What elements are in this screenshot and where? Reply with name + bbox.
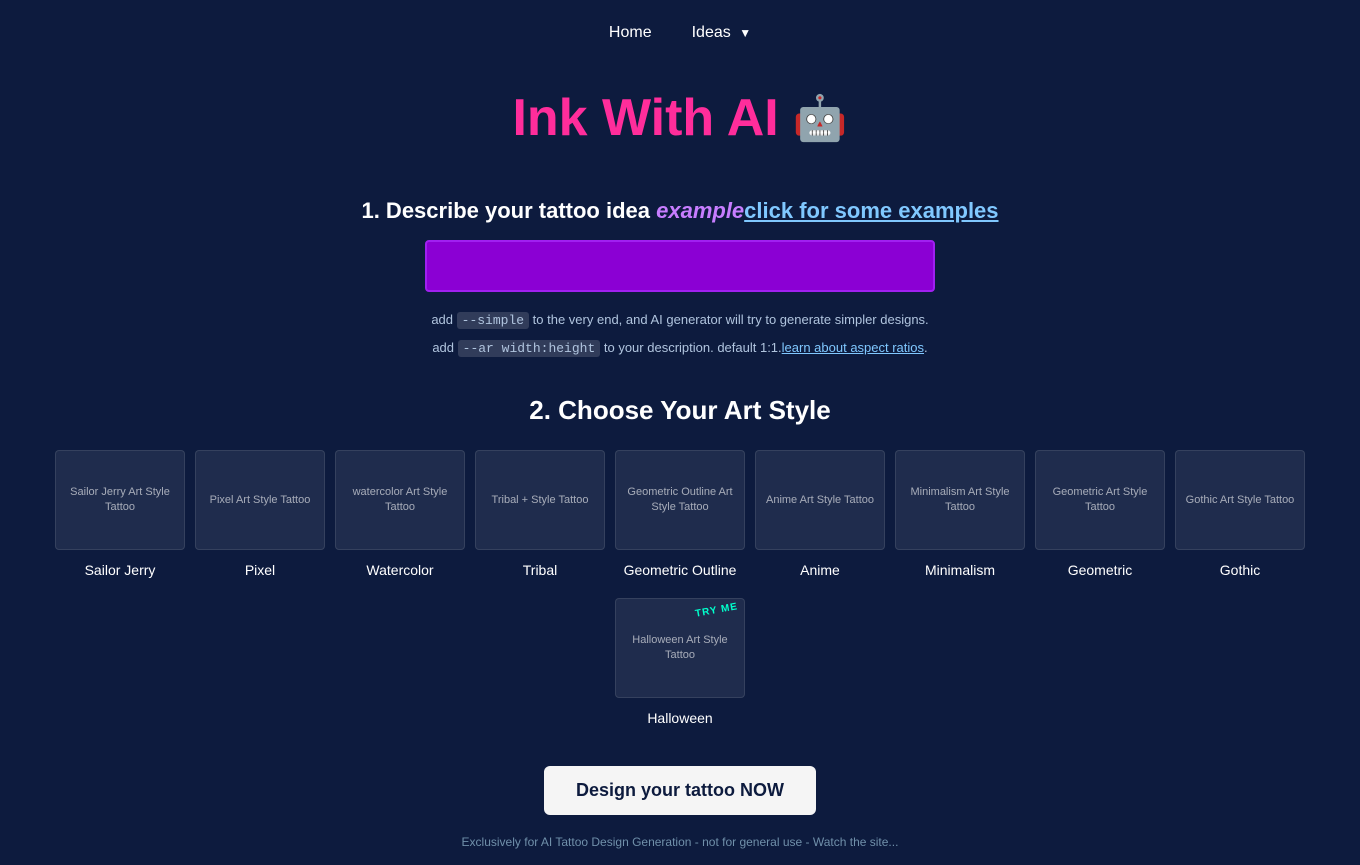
hint2-prefix: add [432, 340, 457, 355]
style-img-geometric: Geometric Art Style Tattoo [1035, 450, 1165, 550]
style-name-halloween: Halloween [647, 710, 712, 726]
describe-section: 1. Describe your tattoo idea exampleclic… [0, 168, 1360, 375]
styles-row-1: Sailor Jerry Art Style Tattoo Sailor Jerr… [40, 450, 1320, 578]
describe-prefix: 1. Describe your tattoo idea [361, 198, 656, 223]
style-img-geometric-outline: Geometric Outline Art Style Tattoo [615, 450, 745, 550]
hero-title-wrapper: Ink With AI 🤖 [512, 88, 847, 148]
hero-title-text: Ink With AI [512, 88, 778, 148]
robot-icon: 🤖 [793, 92, 848, 144]
style-item-geometric[interactable]: Geometric Art Style Tattoo Geometric [1035, 450, 1165, 578]
hint-simple: add --simple to the very end, and AI gen… [20, 308, 1340, 332]
style-name-geometric-outline: Geometric Outline [624, 562, 737, 578]
style-item-sailor-jerry[interactable]: Sailor Jerry Art Style Tattoo Sailor Jerr… [55, 450, 185, 578]
styles-grid: Sailor Jerry Art Style Tattoo Sailor Jerr… [30, 450, 1330, 726]
main-nav: Home Ideas ▼ [0, 0, 1360, 58]
style-item-watercolor[interactable]: watercolor Art Style Tattoo Watercolor [335, 450, 465, 578]
style-name-geometric: Geometric [1068, 562, 1133, 578]
style-img-label-minimalism: Minimalism Art Style Tattoo [896, 481, 1024, 518]
style-img-label-watercolor: watercolor Art Style Tattoo [336, 481, 464, 518]
style-section: 2. Choose Your Art Style Sailor Jerry Ar… [0, 375, 1360, 736]
design-now-button[interactable]: Design your tattoo NOW [544, 766, 816, 815]
describe-label: 1. Describe your tattoo idea exampleclic… [20, 198, 1340, 224]
style-name-anime: Anime [800, 562, 840, 578]
style-item-gothic[interactable]: Gothic Art Style Tattoo Gothic [1175, 450, 1305, 578]
style-img-label-sailor-jerry: Sailor Jerry Art Style Tattoo [56, 481, 184, 518]
style-name-minimalism: Minimalism [925, 562, 995, 578]
try-me-badge: TRY ME [694, 601, 738, 619]
style-item-pixel[interactable]: Pixel Art Style Tattoo Pixel [195, 450, 325, 578]
style-item-tribal[interactable]: Tribal + Style Tattoo Tribal [475, 450, 605, 578]
style-item-minimalism[interactable]: Minimalism Art Style Tattoo Minimalism [895, 450, 1025, 578]
style-section-title: 2. Choose Your Art Style [20, 395, 1340, 426]
style-img-label-pixel: Pixel Art Style Tattoo [206, 489, 315, 511]
hint2-suffix: to your description. default 1:1. [600, 340, 781, 355]
style-img-label-tribal: Tribal + Style Tattoo [488, 489, 593, 511]
style-name-gothic: Gothic [1220, 562, 1260, 578]
style-item-halloween[interactable]: TRY ME Halloween Art Style Tattoo Hallowee… [615, 598, 745, 726]
hint1-code: --simple [457, 312, 529, 329]
style-img-halloween: TRY ME Halloween Art Style Tattoo [615, 598, 745, 698]
hint2-code: --ar width:height [458, 340, 601, 357]
style-img-label-halloween: Halloween Art Style Tattoo [616, 629, 744, 666]
style-name-tribal: Tribal [523, 562, 558, 578]
style-img-pixel: Pixel Art Style Tattoo [195, 450, 325, 550]
style-name-pixel: Pixel [245, 562, 275, 578]
style-img-minimalism: Minimalism Art Style Tattoo [895, 450, 1025, 550]
style-img-label-geometric-outline: Geometric Outline Art Style Tattoo [616, 481, 744, 518]
aspect-ratio-link[interactable]: learn about aspect ratios [782, 340, 924, 355]
click-examples-link[interactable]: click for some examples [744, 198, 998, 223]
nav-ideas[interactable]: Ideas ▼ [692, 24, 751, 42]
style-img-label-geometric: Geometric Art Style Tattoo [1036, 481, 1164, 518]
ideas-dropdown-arrow: ▼ [739, 26, 751, 40]
style-item-geometric-outline[interactable]: Geometric Outline Art Style Tattoo Geomet… [615, 450, 745, 578]
footer-hint: Exclusively for AI Tattoo Design Generat… [0, 835, 1360, 865]
nav-home[interactable]: Home [609, 24, 652, 42]
style-img-label-anime: Anime Art Style Tattoo [762, 489, 878, 511]
style-img-label-gothic: Gothic Art Style Tattoo [1182, 489, 1299, 511]
style-img-tribal: Tribal + Style Tattoo [475, 450, 605, 550]
styles-row-2: TRY ME Halloween Art Style Tattoo Hallowee… [40, 598, 1320, 726]
style-name-watercolor: Watercolor [366, 562, 433, 578]
design-btn-wrapper: Design your tattoo NOW [0, 736, 1360, 835]
textarea-wrapper [20, 240, 1340, 292]
example-link[interactable]: example [656, 198, 744, 223]
style-item-anime[interactable]: Anime Art Style Tattoo Anime [755, 450, 885, 578]
tattoo-idea-input[interactable] [425, 240, 935, 292]
hero-section: Ink With AI 🤖 [0, 58, 1360, 168]
hint2-end: . [924, 340, 928, 355]
style-name-sailor-jerry: Sailor Jerry [85, 562, 156, 578]
hint1-suffix: to the very end, and AI generator will t… [529, 312, 929, 327]
style-img-sailor-jerry: Sailor Jerry Art Style Tattoo [55, 450, 185, 550]
style-img-anime: Anime Art Style Tattoo [755, 450, 885, 550]
hint1-prefix: add [431, 312, 456, 327]
hint-ar: add --ar width:height to your descriptio… [20, 336, 1340, 360]
style-img-gothic: Gothic Art Style Tattoo [1175, 450, 1305, 550]
style-img-watercolor: watercolor Art Style Tattoo [335, 450, 465, 550]
